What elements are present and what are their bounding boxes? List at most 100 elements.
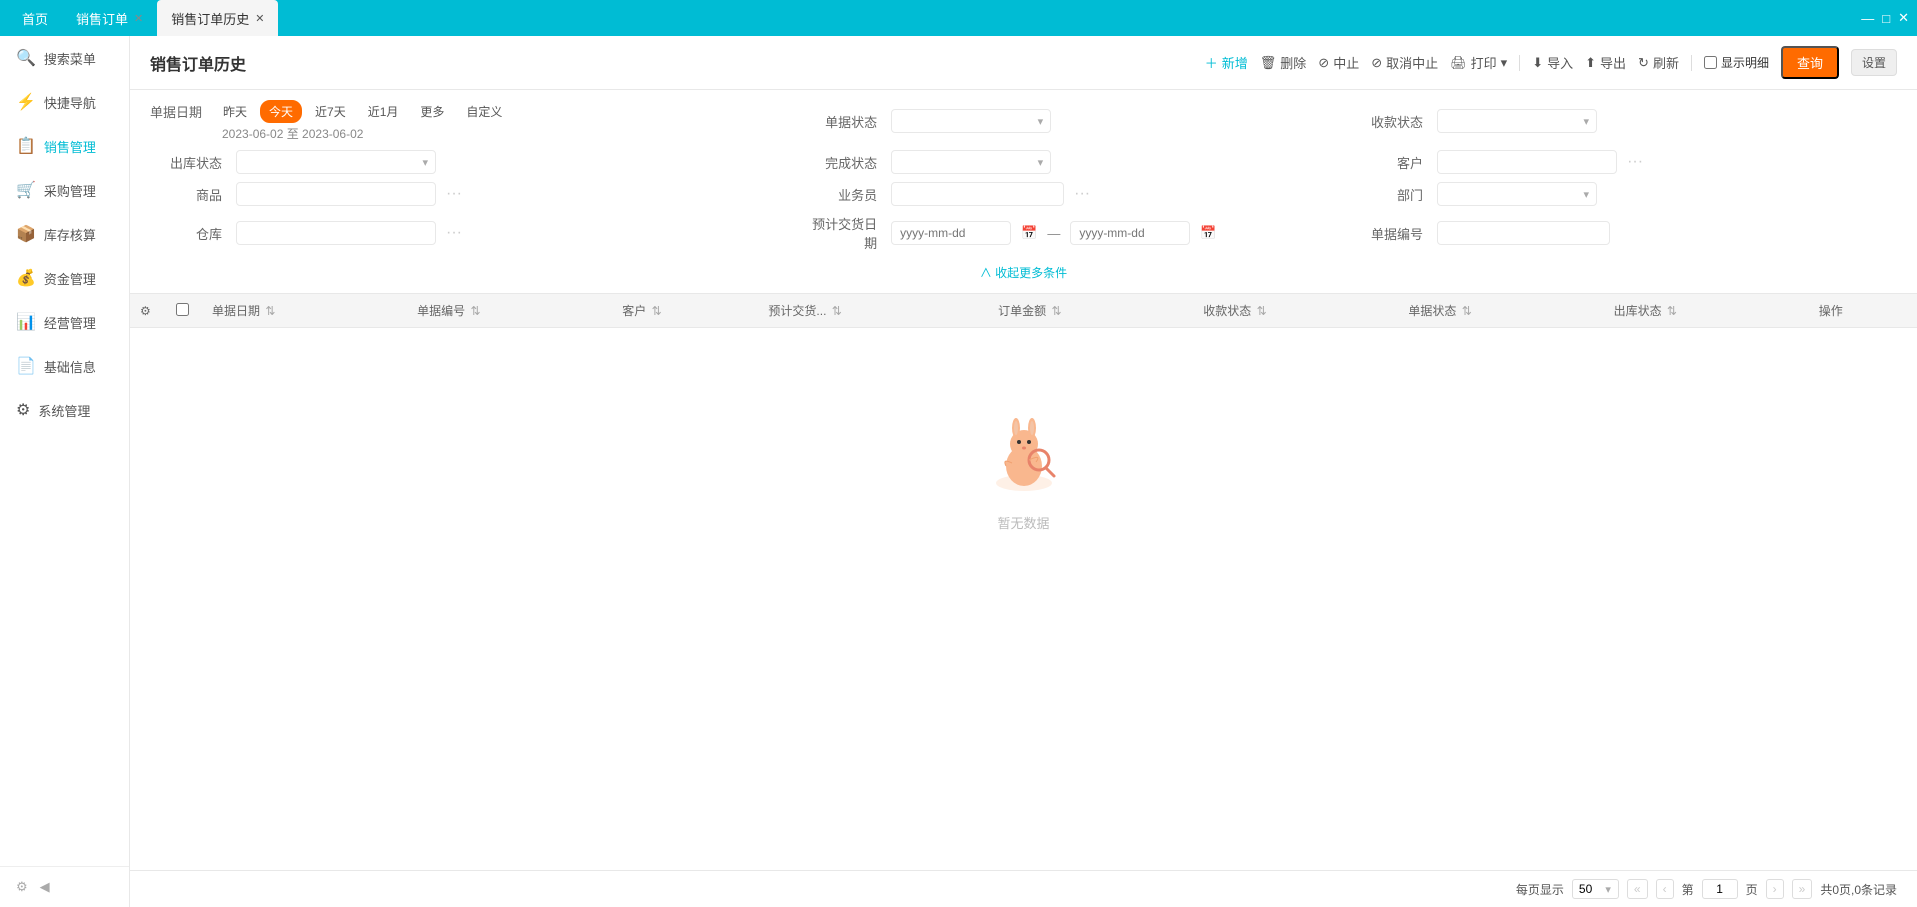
sidebar-item-quick-nav[interactable]: ⚡ 快捷导航 — [0, 80, 129, 124]
sidebar-item-purchase-mgmt[interactable]: 🛒 采购管理 — [0, 168, 129, 212]
delivery-date-from-input[interactable] — [891, 221, 1011, 245]
per-page-select-wrapper: 50 10 20 100 — [1572, 879, 1619, 899]
date-btn-yesterday[interactable]: 昨天 — [214, 100, 256, 123]
page-label: 第 — [1682, 881, 1694, 898]
prev-page-btn[interactable]: ‹ — [1656, 879, 1674, 899]
tab-sales-order[interactable]: 销售订单 ✕ — [62, 0, 157, 36]
order-no-input[interactable] — [1437, 221, 1610, 245]
th-actions: 操作 — [1809, 294, 1917, 328]
date-btn-more[interactable]: 更多 — [411, 100, 453, 123]
next-page-btn[interactable]: › — [1766, 879, 1784, 899]
calendar-to-icon[interactable]: 📅 — [1200, 225, 1216, 241]
th-checkbox[interactable] — [166, 294, 202, 328]
cancel-stop-button[interactable]: ⊘ 取消中止 — [1371, 53, 1438, 72]
delete-button[interactable]: 🗑 删除 — [1260, 53, 1307, 72]
stop-button[interactable]: ⊘ 中止 — [1318, 53, 1359, 72]
total-records: 共0页,0条记录 — [1820, 881, 1897, 898]
collapse-filter-bar[interactable]: ∧ 收起更多条件 — [150, 260, 1897, 283]
filter-delivery-date-section: 预计交货日期 📅 — 📅 — [805, 214, 1351, 252]
customer-search-icon[interactable]: ··· — [1627, 153, 1643, 171]
filter-order-no-label: 单据编号 — [1351, 224, 1431, 243]
th-delivery-status[interactable]: 出库状态 ⇅ — [1604, 294, 1809, 328]
sidebar-settings-icon[interactable]: ⚙ — [16, 879, 28, 895]
export-button[interactable]: ⬆ 导出 — [1585, 53, 1626, 72]
window-maximize-btn[interactable]: □ — [1882, 11, 1890, 26]
query-button[interactable]: 查询 — [1781, 46, 1839, 79]
export-icon: ⬆ — [1585, 55, 1596, 71]
export-label: 导出 — [1600, 53, 1626, 72]
delivery-status-select[interactable] — [236, 150, 436, 174]
th-settings[interactable]: ⚙ — [130, 294, 166, 328]
last-page-btn[interactable]: » — [1792, 879, 1813, 899]
tab-home[interactable]: 首页 — [8, 0, 62, 36]
display-cols-toggle[interactable]: 显示明细 — [1704, 54, 1769, 71]
warehouse-input[interactable] — [236, 221, 436, 245]
th-date[interactable]: 单据日期 ⇅ — [202, 294, 407, 328]
product-search-icon[interactable]: ··· — [446, 185, 462, 203]
th-order-no[interactable]: 单据编号 ⇅ — [407, 294, 612, 328]
product-input[interactable] — [236, 182, 436, 206]
table-body: 暂无数据 — [130, 328, 1917, 593]
th-delivery-date[interactable]: 预计交货... ⇅ — [758, 294, 988, 328]
sidebar-item-basic-info[interactable]: 📄 基础信息 — [0, 344, 129, 388]
filter-customer-section: 客户 ··· — [1351, 150, 1897, 174]
sidebar-item-sales-mgmt-label: 销售管理 — [44, 137, 96, 156]
print-button[interactable]: 🖨 打印 ▾ — [1450, 53, 1507, 72]
salesperson-input[interactable] — [891, 182, 1064, 206]
delivery-date-to-input[interactable] — [1070, 221, 1190, 245]
select-all-checkbox[interactable] — [176, 303, 189, 316]
tab-sales-order-history[interactable]: 销售订单历史 ✕ — [157, 0, 278, 36]
th-order-status[interactable]: 单据状态 ⇅ — [1398, 294, 1603, 328]
order-status-select-wrapper — [891, 109, 1051, 133]
new-button[interactable]: ＋ 新增 — [1205, 53, 1248, 72]
customer-input[interactable] — [1437, 150, 1617, 174]
display-cols-checkbox[interactable] — [1704, 56, 1717, 69]
window-minimize-btn[interactable]: — — [1861, 11, 1874, 26]
warehouse-search-icon[interactable]: ··· — [446, 224, 462, 242]
order-no-sort-icon: ⇅ — [471, 304, 481, 318]
sidebar-item-inventory[interactable]: 📦 库存核算 — [0, 212, 129, 256]
ops-mgmt-icon: 📊 — [16, 312, 36, 332]
customer-sort-icon: ⇅ — [652, 304, 662, 318]
sidebar-item-capital-mgmt[interactable]: 💰 资金管理 — [0, 256, 129, 300]
date-range-value: 2023-06-02 至 2023-06-02 — [222, 125, 363, 142]
settings-gear-icon[interactable]: ⚙ — [140, 304, 151, 318]
window-close-btn[interactable]: ✕ — [1898, 10, 1909, 26]
filter-customer-label: 客户 — [1351, 153, 1431, 172]
settings-button[interactable]: 设置 — [1851, 49, 1897, 76]
filter-area: 单据日期 昨天 今天 近7天 近1月 更多 自定义 2023-06-02 至 2… — [130, 90, 1917, 294]
dept-select[interactable] — [1437, 182, 1597, 206]
calendar-from-icon[interactable]: 📅 — [1021, 225, 1037, 241]
salesperson-search-icon[interactable]: ··· — [1074, 185, 1090, 203]
sidebar-collapse-icon[interactable]: ◀ — [40, 879, 50, 895]
tab-sales-order-close[interactable]: ✕ — [134, 12, 143, 25]
search-menu-icon: 🔍 — [16, 48, 36, 68]
th-payment-status[interactable]: 收款状态 ⇅ — [1193, 294, 1398, 328]
refresh-button[interactable]: ↻ 刷新 — [1638, 53, 1679, 72]
date-btn-today[interactable]: 今天 — [260, 100, 302, 123]
payment-status-select[interactable] — [1437, 109, 1597, 133]
sidebar-item-capital-mgmt-label: 资金管理 — [44, 269, 96, 288]
th-customer[interactable]: 客户 ⇅ — [612, 294, 758, 328]
sidebar-item-ops-mgmt[interactable]: 📊 经营管理 — [0, 300, 129, 344]
completion-status-select[interactable] — [891, 150, 1051, 174]
date-btn-1month[interactable]: 近1月 — [359, 100, 408, 123]
sidebar-item-search-menu[interactable]: 🔍 搜索菜单 — [0, 36, 129, 80]
sidebar-item-inventory-label: 库存核算 — [44, 225, 96, 244]
page-number-input[interactable] — [1702, 879, 1738, 899]
first-page-btn[interactable]: « — [1627, 879, 1648, 899]
order-status-select[interactable] — [891, 109, 1051, 133]
filter-row-4: 仓库 ··· 预计交货日期 📅 — 📅 单据编号 — [150, 214, 1897, 252]
date-btn-custom[interactable]: 自定义 — [457, 100, 511, 123]
sales-mgmt-icon: 📋 — [16, 136, 36, 156]
tab-sales-order-history-close[interactable]: ✕ — [255, 12, 264, 25]
table-header-row: ⚙ 单据日期 ⇅ 单据编号 ⇅ — [130, 294, 1917, 328]
th-amount[interactable]: 订单金额 ⇅ — [988, 294, 1193, 328]
date-btn-7days[interactable]: 近7天 — [306, 100, 355, 123]
import-button[interactable]: ⬇ 导入 — [1532, 53, 1573, 72]
sidebar-item-sales-mgmt[interactable]: 📋 销售管理 — [0, 124, 129, 168]
per-page-select[interactable]: 50 10 20 100 — [1572, 879, 1619, 899]
filter-completion-status-label: 完成状态 — [805, 153, 885, 172]
print-dropdown-icon: ▾ — [1501, 55, 1508, 71]
sidebar-item-sys-mgmt[interactable]: ⚙ 系统管理 — [0, 388, 129, 432]
